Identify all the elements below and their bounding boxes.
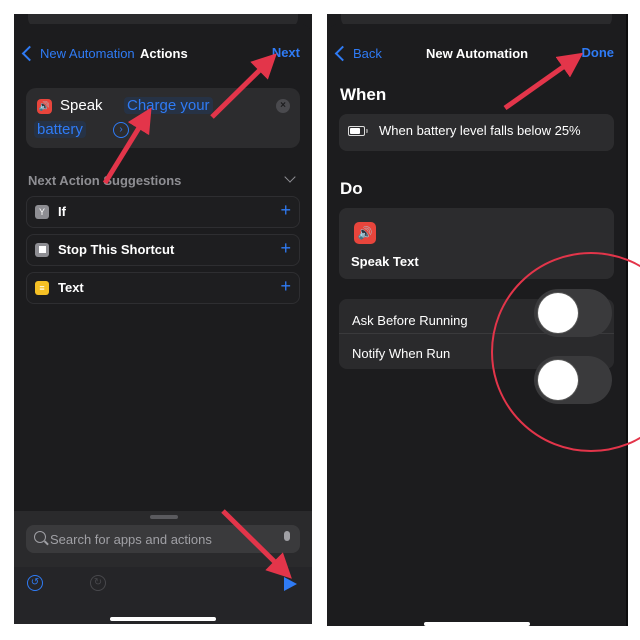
ask-before-running-label: Ask Before Running xyxy=(352,313,468,328)
chevron-left-icon xyxy=(334,45,351,62)
action-name: Speak xyxy=(60,97,103,114)
redo-icon[interactable]: ↻ xyxy=(90,575,106,591)
suggestions-title: Next Action Suggestions xyxy=(28,173,182,188)
notify-when-run-toggle[interactable] xyxy=(534,356,612,404)
do-heading: Do xyxy=(340,179,363,198)
play-icon[interactable] xyxy=(284,577,297,591)
add-icon[interactable]: + xyxy=(280,201,291,219)
suggestions-header[interactable]: Next Action Suggestions xyxy=(28,171,296,188)
sheet-grabber[interactable] xyxy=(150,515,178,519)
page-title: Actions xyxy=(140,46,188,61)
home-indicator xyxy=(423,622,530,626)
toggle-knob xyxy=(538,293,578,333)
search-icon xyxy=(34,531,46,543)
suggestion-item[interactable]: Stop This Shortcut + xyxy=(26,234,300,266)
action-name: Speak Text xyxy=(351,254,419,269)
next-button[interactable]: Next xyxy=(272,45,300,60)
actions-sheet: New Automation Actions Next 🔊 Speak Char… xyxy=(14,24,312,624)
speaker-icon: 🔊 xyxy=(354,222,376,244)
automation-sheet: Back New Automation Done When When batte… xyxy=(327,24,626,626)
search-placeholder: Search for apps and actions xyxy=(50,532,212,547)
back-button[interactable]: Back xyxy=(333,45,382,62)
page-title: New Automation xyxy=(426,46,529,61)
speak-text-token-cont[interactable]: battery xyxy=(34,121,86,138)
done-button[interactable]: Done xyxy=(582,45,615,60)
nav-bar: Back New Automation Done xyxy=(327,40,626,68)
toggle-knob xyxy=(538,360,578,400)
chevron-down-icon[interactable] xyxy=(284,171,296,183)
microphone-icon[interactable] xyxy=(284,531,290,541)
trigger-card[interactable]: When battery level falls below 25% xyxy=(339,114,614,151)
add-icon[interactable]: + xyxy=(280,239,291,257)
actions-screen: New Automation Actions Next 🔊 Speak Char… xyxy=(14,14,312,624)
expand-options-icon[interactable]: › xyxy=(113,122,129,138)
home-indicator xyxy=(110,617,216,621)
suggestion-item[interactable]: ≡ Text + xyxy=(26,272,300,304)
when-heading: When xyxy=(340,85,387,104)
search-field[interactable]: Search for apps and actions xyxy=(26,525,300,553)
ask-before-running-toggle[interactable] xyxy=(534,289,612,337)
suggestion-label: Stop This Shortcut xyxy=(58,242,175,257)
action-search-sheet: Search for apps and actions ↺ ↻ xyxy=(14,511,312,624)
text-icon: ≡ xyxy=(35,281,49,295)
add-icon[interactable]: + xyxy=(280,277,291,295)
action-card[interactable]: 🔊 Speak Text xyxy=(339,208,614,279)
editor-toolbar: ↺ ↻ xyxy=(14,567,312,624)
back-button[interactable]: New Automation xyxy=(20,45,135,62)
suggestion-label: Text xyxy=(58,280,84,295)
notify-when-run-label: Notify When Run xyxy=(352,346,451,361)
remove-action-icon[interactable]: × xyxy=(276,99,290,113)
trigger-text: When battery level falls below 25% xyxy=(379,123,581,138)
suggestion-item[interactable]: Y If + xyxy=(26,196,300,228)
stop-icon xyxy=(35,243,49,257)
speaker-icon: 🔊 xyxy=(37,99,52,114)
battery-icon xyxy=(348,126,368,136)
nav-bar: New Automation Actions Next xyxy=(14,40,312,68)
if-branch-icon: Y xyxy=(35,205,49,219)
suggestion-label: If xyxy=(58,204,66,219)
chevron-left-icon xyxy=(21,45,38,62)
speak-text-token[interactable]: Charge your xyxy=(124,97,213,114)
back-label: New Automation xyxy=(40,46,135,61)
new-automation-screen: Back New Automation Done When When batte… xyxy=(327,14,628,626)
back-label: Back xyxy=(353,46,382,61)
undo-icon[interactable]: ↺ xyxy=(27,575,43,591)
speak-action-card[interactable]: 🔊 Speak Charge your battery › × xyxy=(26,88,300,148)
